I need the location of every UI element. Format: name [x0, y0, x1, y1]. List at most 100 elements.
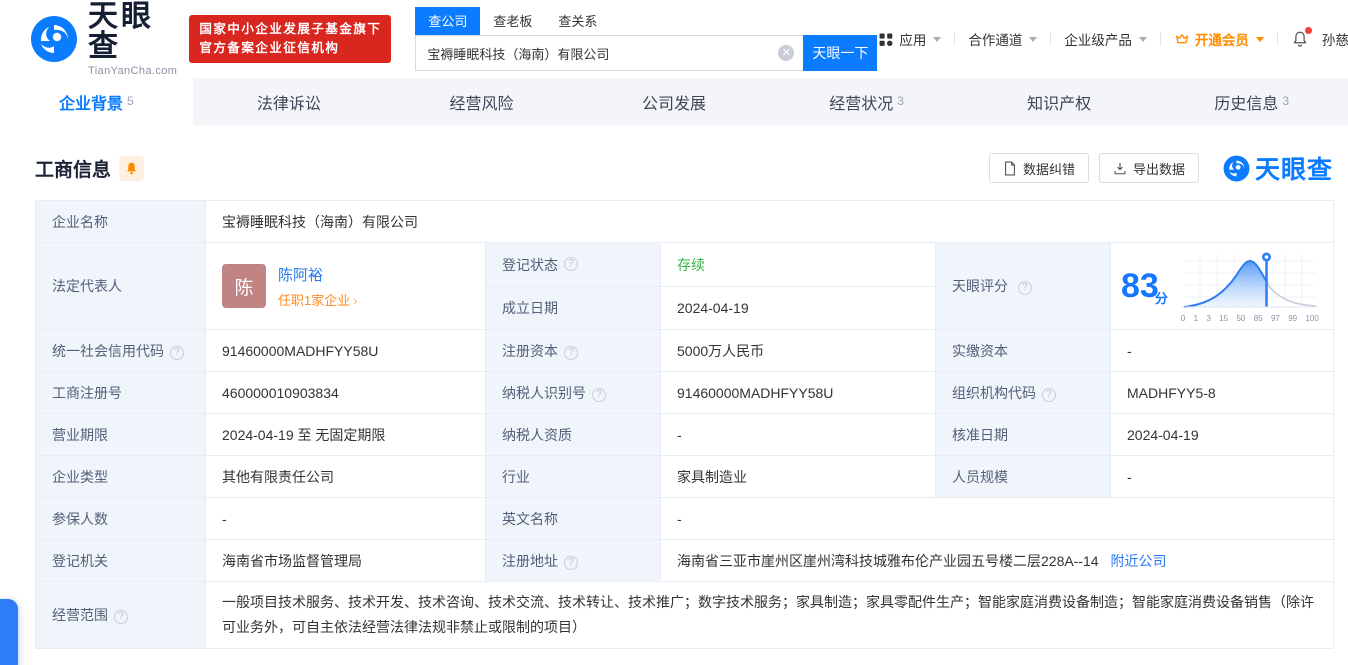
est-date-value: 2024-04-19	[661, 286, 935, 329]
reg-authority-label: 登记机关	[35, 539, 206, 582]
tianyancha-logo[interactable]: 天眼查 TianYanCha.com	[30, 0, 178, 77]
status-date-subtable: 登记状态 存续 成立日期 2024-04-19	[485, 242, 936, 330]
company-type-label: 企业类型	[35, 455, 206, 498]
logo-domain: TianYanCha.com	[88, 64, 178, 77]
legal-rep-name-link[interactable]: 陈阿裕	[278, 264, 358, 285]
score-chart-tick: 15	[1219, 314, 1229, 323]
company-name-value: 宝褥睡眠科技（海南）有限公司	[204, 200, 1335, 243]
crown-icon	[1175, 34, 1188, 44]
reg-address-label: 注册地址	[485, 539, 661, 582]
taxpayer-qual-value: -	[660, 413, 936, 456]
help-icon[interactable]	[1042, 387, 1056, 402]
chevron-down-icon	[933, 36, 942, 42]
tab-company-development[interactable]: 公司发展	[578, 78, 771, 125]
reg-status-label: 登记状态	[486, 243, 661, 286]
help-icon[interactable]	[1017, 281, 1032, 295]
tab-history-info[interactable]: 历史信息 3	[1155, 78, 1348, 125]
top-header: 天眼查 TianYanCha.com 国家中小企业发展子基金旗下 官方备案企业征…	[0, 0, 1348, 78]
score-chart-tick: 85	[1253, 314, 1263, 323]
menu-item-user[interactable]: 孙慈	[1322, 29, 1348, 49]
tab-operational-risk[interactable]: 经营风险	[385, 78, 578, 125]
export-data-label: 导出数据	[1132, 161, 1185, 177]
tab-label: 企业背景	[58, 95, 123, 113]
approval-date-value: 2024-04-19	[1109, 413, 1335, 456]
menu-item-vip[interactable]: 开通会员	[1174, 29, 1264, 49]
search-bar: 天眼一下	[415, 35, 878, 71]
menu-divider	[954, 32, 956, 46]
table-row: 企业类型 其他有限责任公司 行业 家具制造业 人员规模 -	[35, 455, 1335, 498]
username: 孙慈	[1321, 33, 1348, 48]
tianyancha-watermark: 天眼查	[1223, 150, 1333, 186]
legal-rep-label: 法定代表人	[35, 242, 206, 330]
export-data-button[interactable]: 导出数据	[1098, 153, 1199, 183]
floating-side-widget[interactable]	[0, 599, 18, 665]
business-scope-label: 经营范围	[35, 581, 206, 649]
menu-item-partner[interactable]: 合作通道	[968, 29, 1038, 49]
english-name-value: -	[659, 497, 1335, 540]
help-icon[interactable]	[592, 387, 606, 402]
taxpayer-id-label: 纳税人识别号	[485, 371, 661, 414]
chevron-down-icon	[1255, 36, 1264, 42]
english-name-label: 英文名称	[485, 497, 661, 540]
data-correction-button[interactable]: 数据纠错	[988, 153, 1089, 183]
logo-text: 天眼查 TianYanCha.com	[88, 0, 178, 77]
menu-item-enterprise[interactable]: 企业级产品	[1064, 29, 1147, 49]
menu-item-apps[interactable]: 应用	[877, 29, 942, 49]
table-row: 工商注册号 460000010903834 纳税人识别号 91460000MAD…	[35, 371, 1335, 414]
business-term-value: 2024-04-19 至 无固定期限	[205, 413, 486, 456]
insured-count-label: 参保人数	[35, 497, 206, 540]
score-chart-ticks: 0 1 3 15 50 85 97 99 100	[1180, 314, 1320, 323]
search-button[interactable]: 天眼一下	[803, 35, 878, 71]
tab-operating-status[interactable]: 经营状况 3	[770, 78, 963, 125]
reg-number-value: 460000010903834	[205, 371, 486, 414]
table-row: 统一社会信用代码 91460000MADHFYY58U 注册资本 5000万人民…	[35, 329, 1335, 372]
help-icon[interactable]	[170, 345, 184, 360]
score-chart-tick: 1	[1193, 314, 1199, 323]
logo-brand-name: 天眼查	[88, 0, 154, 63]
credit-code-value: 91460000MADHFYY58U	[205, 329, 486, 372]
table-row: 参保人数 - 英文名称 -	[35, 497, 1335, 540]
reg-address-value: 海南省三亚市崖州区崖州湾科技城雅布伦产业园五号楼二层228A--14	[677, 552, 1099, 569]
tab-legal-proceedings[interactable]: 法律诉讼	[193, 78, 386, 125]
tab-label: 历史信息	[1214, 95, 1279, 113]
tab-count: 3	[1282, 93, 1290, 108]
search-tab-relation[interactable]: 查关系	[545, 7, 610, 35]
industry-label: 行业	[485, 455, 661, 498]
monitor-bell-button[interactable]	[119, 155, 145, 181]
table-row: 经营范围 一般项目技术服务、技术开发、技术咨询、技术交流、技术转让、技术推广；数…	[35, 581, 1335, 649]
taxpayer-qual-label: 纳税人资质	[485, 413, 661, 456]
search-tab-company[interactable]: 查公司	[415, 7, 481, 35]
legal-rep-cell: 陈 陈阿裕 任职1家企业	[205, 242, 486, 330]
download-icon	[1114, 162, 1126, 174]
help-icon[interactable]	[564, 555, 578, 570]
legal-rep-companies-link[interactable]: 任职1家企业	[278, 290, 358, 309]
tab-count: 5	[126, 93, 134, 108]
menu-divider	[1276, 32, 1278, 46]
score-curve	[1181, 252, 1318, 308]
table-row: 登记机关 海南省市场监督管理局 注册地址 海南省三亚市崖州区崖州湾科技城雅布伦产…	[35, 539, 1335, 582]
tab-company-background[interactable]: 企业背景 5	[0, 78, 193, 125]
search-tab-boss[interactable]: 查老板	[480, 7, 545, 35]
help-icon[interactable]	[564, 256, 578, 271]
avatar[interactable]: 陈	[222, 264, 266, 308]
score-chart-tick: 97	[1270, 314, 1280, 323]
nearby-companies-link[interactable]: 附近公司	[1110, 553, 1166, 569]
tab-label: 经营风险	[449, 95, 514, 113]
table-row: 法定代表人 陈 陈阿裕 任职1家企业 登记状态 存续 成立日期 202	[35, 242, 1335, 330]
paid-capital-value: -	[1109, 329, 1335, 372]
reg-address-cell: 海南省三亚市崖州区崖州湾科技城雅布伦产业园五号楼二层228A--14 附近公司	[659, 539, 1335, 582]
menu-enterprise-label: 企业级产品	[1064, 33, 1132, 48]
help-icon[interactable]	[564, 345, 578, 360]
score-chart-tick: 99	[1288, 314, 1298, 323]
notifications-bell[interactable]	[1291, 27, 1312, 48]
help-icon[interactable]	[114, 610, 128, 624]
tab-label: 经营状况	[829, 95, 894, 113]
org-code-value: MADHFYY5-8	[1109, 371, 1335, 414]
company-name-label: 企业名称	[35, 200, 206, 243]
menu-partner-label: 合作通道	[968, 33, 1023, 48]
table-row: 企业名称 宝褥睡眠科技（海南）有限公司	[35, 200, 1335, 243]
score-chart-tick: 50	[1236, 314, 1246, 323]
tab-intellectual-property[interactable]: 知识产权	[963, 78, 1156, 125]
tyc-score-cell: 83分 0 1 3 15 50 85 97 99 100	[1109, 242, 1335, 330]
search-input[interactable]	[415, 35, 804, 71]
